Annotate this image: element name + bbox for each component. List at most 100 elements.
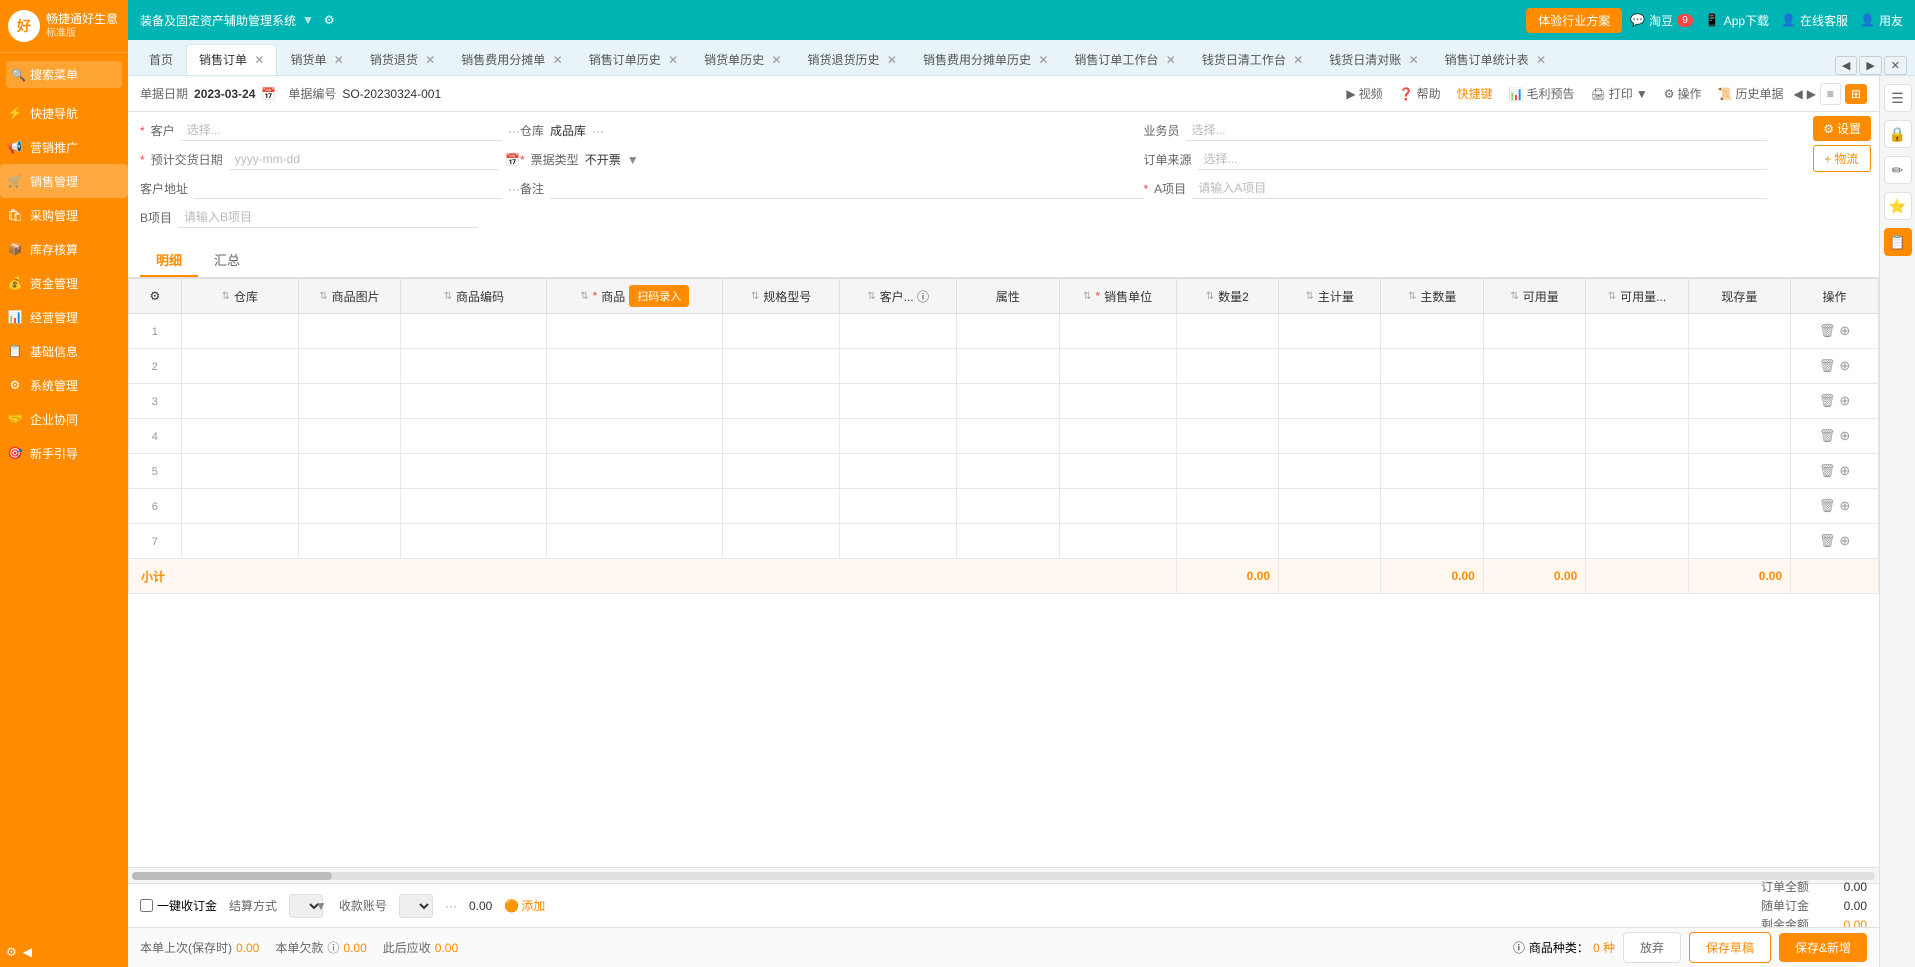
tab-reconcile-close[interactable]: ✕ [1409,53,1419,67]
add-payment-button[interactable]: 🟠 添加 [504,897,545,914]
tab-order-workbench[interactable]: 销售订单工作台 ✕ [1061,44,1188,75]
tab-expense-split[interactable]: 销售费用分摊单 ✕ [448,44,575,75]
help-button[interactable]: ❓ 帮助 [1393,82,1447,105]
tab-sales-invoice-close[interactable]: ✕ [334,53,344,67]
tab-home[interactable]: 首页 [136,44,186,75]
search-menu-button[interactable]: 🔍 搜索菜单 [6,61,122,88]
salesperson-input[interactable] [1186,120,1767,141]
tab-order-history[interactable]: 销售订单历史 ✕ [576,44,691,75]
one-click-order-checkbox[interactable]: 一键收订金 [140,897,217,914]
sort-icon-3[interactable]: ⇅ [444,291,452,302]
grid-view-button[interactable]: ≡ [1820,83,1841,105]
sidebar-nav-item-purchase[interactable]: 🛍 采购管理 [0,198,128,232]
save-draft-button[interactable]: 保存草稿 [1689,932,1771,963]
expand-view-button[interactable]: ⊞ [1845,84,1867,104]
sidebar-nav-item-finance[interactable]: 💰 资金管理 [0,266,128,300]
sort-icon-12[interactable]: ⇅ [1608,291,1616,302]
sort-icon[interactable]: ⇅ [221,291,229,302]
tab-prev-button[interactable]: ◀ [1835,56,1857,75]
scan-input-button[interactable]: 扫码录入 [629,285,689,307]
tab-next-button[interactable]: ▶ [1859,56,1881,75]
tab-reconcile[interactable]: 钱货日清对账 ✕ [1316,44,1431,75]
shortcut-button[interactable]: 快捷键 [1451,82,1499,105]
tab-stats-close[interactable]: ✕ [1536,53,1546,67]
sidebar-nav-item-operations[interactable]: 📊 经营管理 [0,300,128,334]
sort-icon-2[interactable]: ⇅ [319,291,327,302]
tab-invoice-history[interactable]: 销货单历史 ✕ [691,44,794,75]
one-click-checkbox-input[interactable] [140,899,153,912]
prev-doc-button[interactable]: ◀ [1793,87,1802,101]
experience-solution-button[interactable]: 体验行业方案 [1526,8,1622,33]
delivery-date-calendar-icon[interactable]: 📅 [505,153,520,167]
discard-button[interactable]: 放弃 [1623,932,1681,963]
delete-row-icon[interactable]: 🗑 [1819,533,1836,549]
tab-expense-history-close[interactable]: ✕ [1038,53,1048,67]
sort-icon-4[interactable]: ⇅ [580,291,588,302]
sort-icon-6[interactable]: ⇅ [867,291,875,302]
account-select[interactable] [399,894,433,918]
right-panel-btn-2[interactable]: 🔒 [1884,120,1912,148]
tab-sales-order[interactable]: 销售订单 ✕ [186,44,277,75]
delivery-date-input[interactable] [229,149,499,170]
remarks-input[interactable] [550,178,1143,199]
payment-dropdown-icon[interactable]: ▼ [315,899,327,913]
tab-return-history[interactable]: 销货退货历史 ✕ [795,44,910,75]
video-button[interactable]: ▶ 视频 [1340,82,1388,105]
sort-icon-9[interactable]: ⇅ [1306,291,1314,302]
delete-row-icon[interactable]: 🗑 [1819,358,1836,374]
copy-row-icon[interactable]: ⊕ [1839,358,1850,374]
delete-row-icon[interactable]: 🗑 [1819,428,1836,444]
app-download-btn[interactable]: 📱 App下载 [1705,12,1769,29]
tao-dou-btn[interactable]: 💬 淘豆 9 [1630,12,1693,29]
sidebar-nav-item-quick[interactable]: ⚡ 快捷导航 [0,96,128,130]
sidebar-nav-item-guide[interactable]: 🎯 新手引导 [0,436,128,470]
sort-icon-8[interactable]: ⇅ [1206,291,1214,302]
sidebar-nav-item-base[interactable]: 📋 基础信息 [0,334,128,368]
tab-expense-history[interactable]: 销售费用分摊单历史 ✕ [910,44,1061,75]
sidebar-nav-item-sales[interactable]: 🛒 销售管理 [0,164,128,198]
right-panel-btn-4[interactable]: ⭐ [1884,192,1912,220]
account-more-icon[interactable]: ··· [445,899,457,913]
sort-icon-10[interactable]: ⇅ [1408,291,1416,302]
sub-tab-detail[interactable]: 明细 [140,244,198,277]
tab-return-history-close[interactable]: ✕ [887,53,897,67]
copy-row-icon[interactable]: ⊕ [1839,463,1850,479]
sidebar-nav-item-inventory[interactable]: 📦 库存核算 [0,232,128,266]
online-service-btn[interactable]: 👤 在线客服 [1781,12,1848,29]
tab-expense-split-close[interactable]: ✕ [553,53,563,67]
settings-button[interactable]: ⚙ ⚙ 设置 设置 [1813,116,1871,141]
tab-cash-workbench[interactable]: 钱货日清工作台 ✕ [1189,44,1316,75]
invoice-dropdown-icon[interactable]: ▼ [627,153,639,167]
settings-gear-icon[interactable]: ⚙ [324,13,335,27]
sort-icon-11[interactable]: ⇅ [1510,291,1518,302]
table-settings-icon[interactable]: ⚙ [149,289,160,303]
tab-order-workbench-close[interactable]: ✕ [1166,53,1176,67]
sidebar-nav-item-collab[interactable]: 🤝 企业协同 [0,402,128,436]
print-button[interactable]: 🖨 打印 ▼ [1585,82,1654,105]
tab-sales-invoice[interactable]: 销货单 ✕ [277,44,356,75]
tab-sales-order-close[interactable]: ✕ [254,53,264,67]
delete-row-icon[interactable]: 🗑 [1819,463,1836,479]
customer-address-input[interactable] [194,178,502,199]
address-more-icon[interactable]: ··· [508,182,520,196]
sidebar-nav-item-system[interactable]: ⚙ 系统管理 [0,368,128,402]
delete-row-icon[interactable]: 🗑 [1819,393,1836,409]
tab-stats[interactable]: 销售订单统计表 ✕ [1432,44,1559,75]
tab-sales-return-close[interactable]: ✕ [425,53,435,67]
tab-invoice-history-close[interactable]: ✕ [771,53,781,67]
history-button[interactable]: 📜 历史单据 [1711,82,1789,105]
add-logistics-button[interactable]: + 物流 [1813,145,1871,172]
tab-order-history-close[interactable]: ✕ [668,53,678,67]
copy-row-icon[interactable]: ⊕ [1839,393,1850,409]
operation-button[interactable]: ⚙ 操作 [1658,82,1708,105]
sidebar-nav-item-marketing[interactable]: 📢 营销推广 [0,130,128,164]
delete-row-icon[interactable]: 🗑 [1819,498,1836,514]
order-source-input[interactable] [1198,149,1767,170]
collapse-sidebar-icon[interactable]: ◀ [23,945,32,959]
customer-input[interactable] [181,120,502,141]
tab-cash-workbench-close[interactable]: ✕ [1293,53,1303,67]
settings-icon[interactable]: ⚙ [6,945,17,959]
copy-row-icon[interactable]: ⊕ [1839,428,1850,444]
save-new-button[interactable]: 保存&新增 [1779,933,1867,962]
right-panel-btn-5[interactable]: 📋 [1884,228,1912,256]
